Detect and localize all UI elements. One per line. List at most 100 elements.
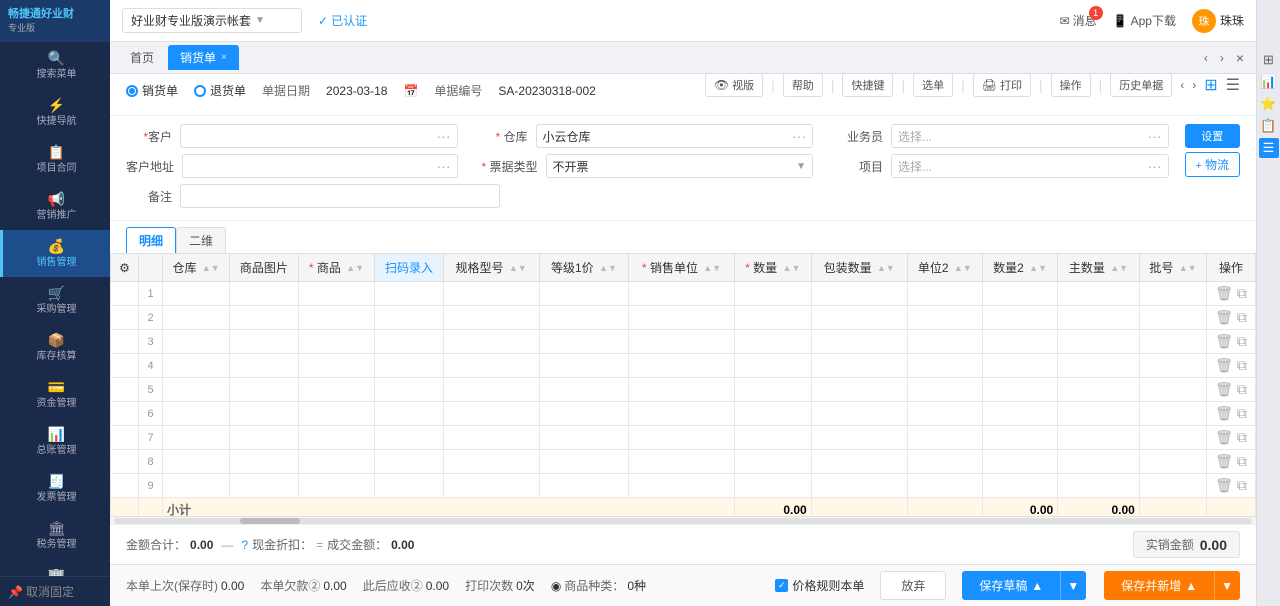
- row-copy-icon[interactable]: ⧉: [1237, 333, 1247, 350]
- row-product-img[interactable]: [230, 402, 298, 426]
- col-sales-unit[interactable]: * 销售单位 ▲▼: [629, 254, 735, 282]
- toolbar-shortcut-btn[interactable]: 快捷键: [842, 74, 893, 97]
- project-input[interactable]: 选择... ···: [891, 154, 1169, 178]
- row-warehouse[interactable]: [163, 330, 230, 354]
- row-batch[interactable]: [1139, 402, 1206, 426]
- row-unit2[interactable]: [907, 426, 982, 450]
- row-batch[interactable]: [1139, 330, 1206, 354]
- row-warehouse[interactable]: [163, 306, 230, 330]
- tab-2d[interactable]: 二维: [176, 227, 226, 253]
- tab-detail[interactable]: 明细: [126, 227, 176, 253]
- row-qty2[interactable]: [982, 378, 1057, 402]
- row-spec[interactable]: [443, 402, 539, 426]
- col-batch-input[interactable]: 扫码录入: [375, 254, 443, 282]
- row-unit2[interactable]: [907, 474, 982, 498]
- col-quantity[interactable]: * 数量 ▲▼: [734, 254, 811, 282]
- discount-help-icon[interactable]: ?: [241, 538, 248, 552]
- row-main-qty[interactable]: [1058, 306, 1140, 330]
- row-pack-qty[interactable]: [811, 450, 907, 474]
- row-pack-qty[interactable]: [811, 330, 907, 354]
- row-product[interactable]: [298, 282, 375, 306]
- row-spec[interactable]: [443, 306, 539, 330]
- col-product-img[interactable]: 商品图片: [230, 254, 298, 282]
- row-quantity[interactable]: [734, 330, 811, 354]
- row-quantity[interactable]: [734, 378, 811, 402]
- row-batch[interactable]: [1139, 426, 1206, 450]
- row-product-img[interactable]: [230, 306, 298, 330]
- row-pack-qty[interactable]: [811, 402, 907, 426]
- row-main-qty[interactable]: [1058, 330, 1140, 354]
- row-warehouse[interactable]: [163, 282, 230, 306]
- message-button[interactable]: ✉ 消息 1: [1060, 12, 1097, 29]
- row-price1[interactable]: [539, 282, 629, 306]
- row-product[interactable]: [298, 474, 375, 498]
- sidebar-bottom[interactable]: 📌 取消固定: [0, 576, 110, 606]
- right-panel-btn-4[interactable]: 📋: [1259, 116, 1279, 136]
- tab-close-all-icon[interactable]: ×: [1232, 48, 1248, 68]
- horizontal-scrollbar[interactable]: [110, 516, 1256, 524]
- toolbar-grid-icon[interactable]: ⊞: [1204, 75, 1217, 95]
- sidebar-item-accounting[interactable]: 📊 总账管理: [0, 418, 110, 465]
- row-delete-icon[interactable]: 🗑: [1215, 477, 1233, 494]
- sidebar-item-sales[interactable]: 💰 销售管理: [0, 230, 110, 277]
- row-price1[interactable]: [539, 330, 629, 354]
- col-product[interactable]: * 商品 ▲▼: [298, 254, 375, 282]
- right-panel-btn-2[interactable]: 📊: [1259, 72, 1279, 92]
- row-unit2[interactable]: [907, 378, 982, 402]
- row-delete-icon[interactable]: 🗑: [1215, 285, 1233, 302]
- row-sales-unit[interactable]: [629, 426, 735, 450]
- tab-prev-icon[interactable]: ‹: [1200, 49, 1212, 67]
- row-warehouse[interactable]: [163, 378, 230, 402]
- row-quantity[interactable]: [734, 426, 811, 450]
- row-price1[interactable]: [539, 378, 629, 402]
- right-panel-btn-1[interactable]: ⊞: [1259, 50, 1279, 70]
- row-warehouse[interactable]: [163, 354, 230, 378]
- row-pack-qty[interactable]: [811, 426, 907, 450]
- company-selector[interactable]: 好业财专业版演示帐套 ▼: [122, 8, 302, 33]
- row-batch-input[interactable]: [375, 378, 443, 402]
- row-batch-input[interactable]: [375, 402, 443, 426]
- right-panel-btn-3[interactable]: ⭐: [1259, 94, 1279, 114]
- row-batch-input[interactable]: [375, 450, 443, 474]
- col-spec[interactable]: 规格型号 ▲▼: [443, 254, 539, 282]
- row-pack-qty[interactable]: [811, 282, 907, 306]
- row-pack-qty[interactable]: [811, 306, 907, 330]
- col-settings[interactable]: ⚙: [111, 254, 139, 282]
- row-quantity[interactable]: [734, 474, 811, 498]
- row-product-img[interactable]: [230, 354, 298, 378]
- row-main-qty[interactable]: [1058, 426, 1140, 450]
- row-unit2[interactable]: [907, 306, 982, 330]
- row-unit2[interactable]: [907, 282, 982, 306]
- scrollbar-thumb[interactable]: [240, 518, 300, 524]
- row-sales-unit[interactable]: [629, 450, 735, 474]
- row-copy-icon[interactable]: ⧉: [1237, 429, 1247, 446]
- row-unit2[interactable]: [907, 330, 982, 354]
- row-batch-input[interactable]: [375, 474, 443, 498]
- toolbar-view-btn[interactable]: 👁 视版: [705, 74, 763, 97]
- row-pack-qty[interactable]: [811, 354, 907, 378]
- price-rule-checkbox[interactable]: ✓ 价格规则本单: [775, 577, 864, 594]
- sidebar-item-marketing[interactable]: 📢 营销推广: [0, 183, 110, 230]
- row-product[interactable]: [298, 402, 375, 426]
- row-delete-icon[interactable]: 🗑: [1215, 357, 1233, 374]
- toolbar-ops-btn[interactable]: 操作: [1051, 74, 1091, 97]
- row-sales-unit[interactable]: [629, 354, 735, 378]
- row-batch[interactable]: [1139, 450, 1206, 474]
- row-spec[interactable]: [443, 354, 539, 378]
- row-sales-unit[interactable]: [629, 474, 735, 498]
- row-sales-unit[interactable]: [629, 402, 735, 426]
- row-main-qty[interactable]: [1058, 402, 1140, 426]
- row-qty2[interactable]: [982, 426, 1057, 450]
- row-warehouse[interactable]: [163, 402, 230, 426]
- row-copy-icon[interactable]: ⧉: [1237, 381, 1247, 398]
- tab-home[interactable]: 首页: [118, 45, 166, 70]
- row-quantity[interactable]: [734, 282, 811, 306]
- row-spec[interactable]: [443, 330, 539, 354]
- row-delete-icon[interactable]: 🗑: [1215, 333, 1233, 350]
- row-copy-icon[interactable]: ⧉: [1237, 453, 1247, 470]
- row-unit2[interactable]: [907, 354, 982, 378]
- salesperson-dots-icon[interactable]: ···: [1148, 128, 1162, 144]
- sidebar-item-search[interactable]: 🔍 搜索菜单: [0, 42, 110, 89]
- row-product-img[interactable]: [230, 474, 298, 498]
- row-unit2[interactable]: [907, 450, 982, 474]
